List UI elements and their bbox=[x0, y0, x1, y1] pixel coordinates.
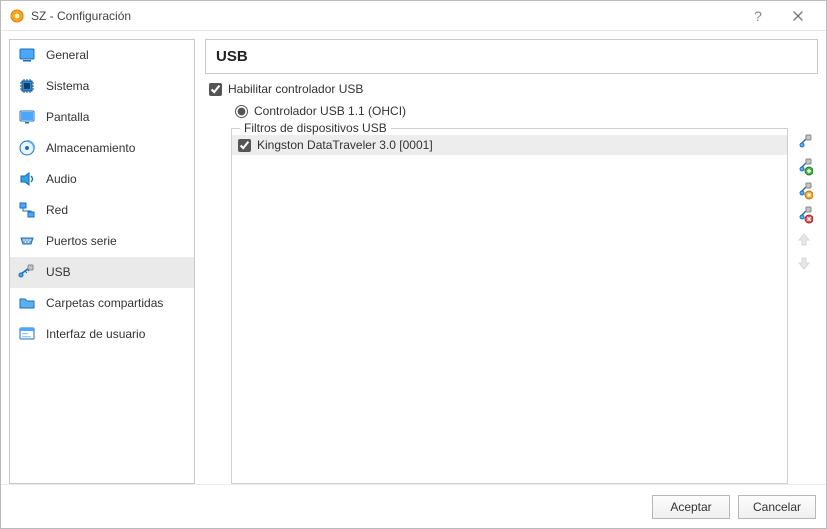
category-sidebar: General Sistema Pantalla Almacenamiento bbox=[9, 39, 195, 484]
general-icon bbox=[18, 46, 36, 64]
sidebar-item-label: General bbox=[46, 48, 89, 62]
filter-actions bbox=[792, 128, 816, 484]
sidebar-item-sistema[interactable]: Sistema bbox=[10, 71, 194, 102]
sidebar-item-general[interactable]: General bbox=[10, 40, 194, 71]
network-icon bbox=[18, 201, 36, 219]
move-down-button bbox=[795, 254, 813, 272]
sidebar-item-audio[interactable]: Audio bbox=[10, 164, 194, 195]
audio-icon bbox=[18, 170, 36, 188]
main-panel: USB Habilitar controlador USB Controlado… bbox=[205, 39, 818, 484]
main-header: USB bbox=[205, 39, 818, 74]
sidebar-item-label: Interfaz de usuario bbox=[46, 327, 145, 341]
sidebar-item-label: Carpetas compartidas bbox=[46, 296, 163, 310]
add-empty-filter-button[interactable] bbox=[795, 134, 813, 152]
usb-filter-checkbox[interactable] bbox=[238, 139, 251, 152]
sidebar-item-pantalla[interactable]: Pantalla bbox=[10, 102, 194, 133]
usb-filter-item[interactable]: Kingston DataTraveler 3.0 [0001] bbox=[232, 135, 787, 155]
usb-filter-list[interactable]: Kingston DataTraveler 3.0 [0001] bbox=[232, 135, 787, 483]
chip-icon bbox=[18, 77, 36, 95]
help-button[interactable]: ? bbox=[738, 2, 778, 30]
sidebar-item-label: Sistema bbox=[46, 79, 89, 93]
ok-button[interactable]: Aceptar bbox=[652, 495, 730, 519]
window-title: SZ - Configuración bbox=[31, 9, 738, 23]
edit-filter-button[interactable] bbox=[795, 182, 813, 200]
window-body: General Sistema Pantalla Almacenamiento bbox=[1, 31, 826, 484]
storage-icon bbox=[18, 139, 36, 157]
sidebar-item-label: Almacenamiento bbox=[46, 141, 135, 155]
close-button[interactable] bbox=[778, 2, 818, 30]
enable-usb-checkbox[interactable]: Habilitar controlador USB bbox=[207, 82, 816, 96]
sidebar-item-carpetas[interactable]: Carpetas compartidas bbox=[10, 288, 194, 319]
sidebar-item-label: Puertos serie bbox=[46, 234, 117, 248]
usb-icon bbox=[18, 263, 36, 281]
usb-filters-group: Filtros de dispositivos USB Kingston Dat… bbox=[231, 128, 788, 484]
titlebar: SZ - Configuración ? bbox=[1, 1, 826, 31]
sidebar-item-label: Red bbox=[46, 203, 68, 217]
app-icon bbox=[9, 8, 25, 24]
sidebar-item-almacenamiento[interactable]: Almacenamiento bbox=[10, 133, 194, 164]
sidebar-item-usb[interactable]: USB bbox=[10, 257, 194, 288]
sidebar-item-red[interactable]: Red bbox=[10, 195, 194, 226]
usb-controller-radio[interactable]: Controlador USB 1.1 (OHCI) bbox=[207, 104, 816, 118]
remove-filter-button[interactable] bbox=[795, 206, 813, 224]
usb-filter-label: Kingston DataTraveler 3.0 [0001] bbox=[257, 138, 433, 152]
serial-icon bbox=[18, 232, 36, 250]
sidebar-item-label: USB bbox=[46, 265, 71, 279]
usb-filters-legend: Filtros de dispositivos USB bbox=[240, 121, 391, 135]
usb-panel: Habilitar controlador USB Controlador US… bbox=[205, 82, 818, 484]
sidebar-item-puertos-serie[interactable]: Puertos serie bbox=[10, 226, 194, 257]
cancel-button[interactable]: Cancelar bbox=[738, 495, 816, 519]
dialog-button-bar: Aceptar Cancelar bbox=[1, 484, 826, 528]
ui-icon bbox=[18, 325, 36, 343]
sidebar-item-label: Audio bbox=[46, 172, 77, 186]
enable-usb-label: Habilitar controlador USB bbox=[228, 82, 363, 96]
display-icon bbox=[18, 108, 36, 126]
sidebar-item-label: Pantalla bbox=[46, 110, 89, 124]
sidebar-item-interfaz[interactable]: Interfaz de usuario bbox=[10, 319, 194, 350]
move-up-button bbox=[795, 230, 813, 248]
settings-window: SZ - Configuración ? General Sistema bbox=[0, 0, 827, 529]
add-from-device-button[interactable] bbox=[795, 158, 813, 176]
usb-controller-label: Controlador USB 1.1 (OHCI) bbox=[254, 104, 406, 118]
usb-controller-input[interactable] bbox=[235, 105, 248, 118]
enable-usb-input[interactable] bbox=[209, 83, 222, 96]
page-title: USB bbox=[216, 48, 807, 65]
folder-icon bbox=[18, 294, 36, 312]
